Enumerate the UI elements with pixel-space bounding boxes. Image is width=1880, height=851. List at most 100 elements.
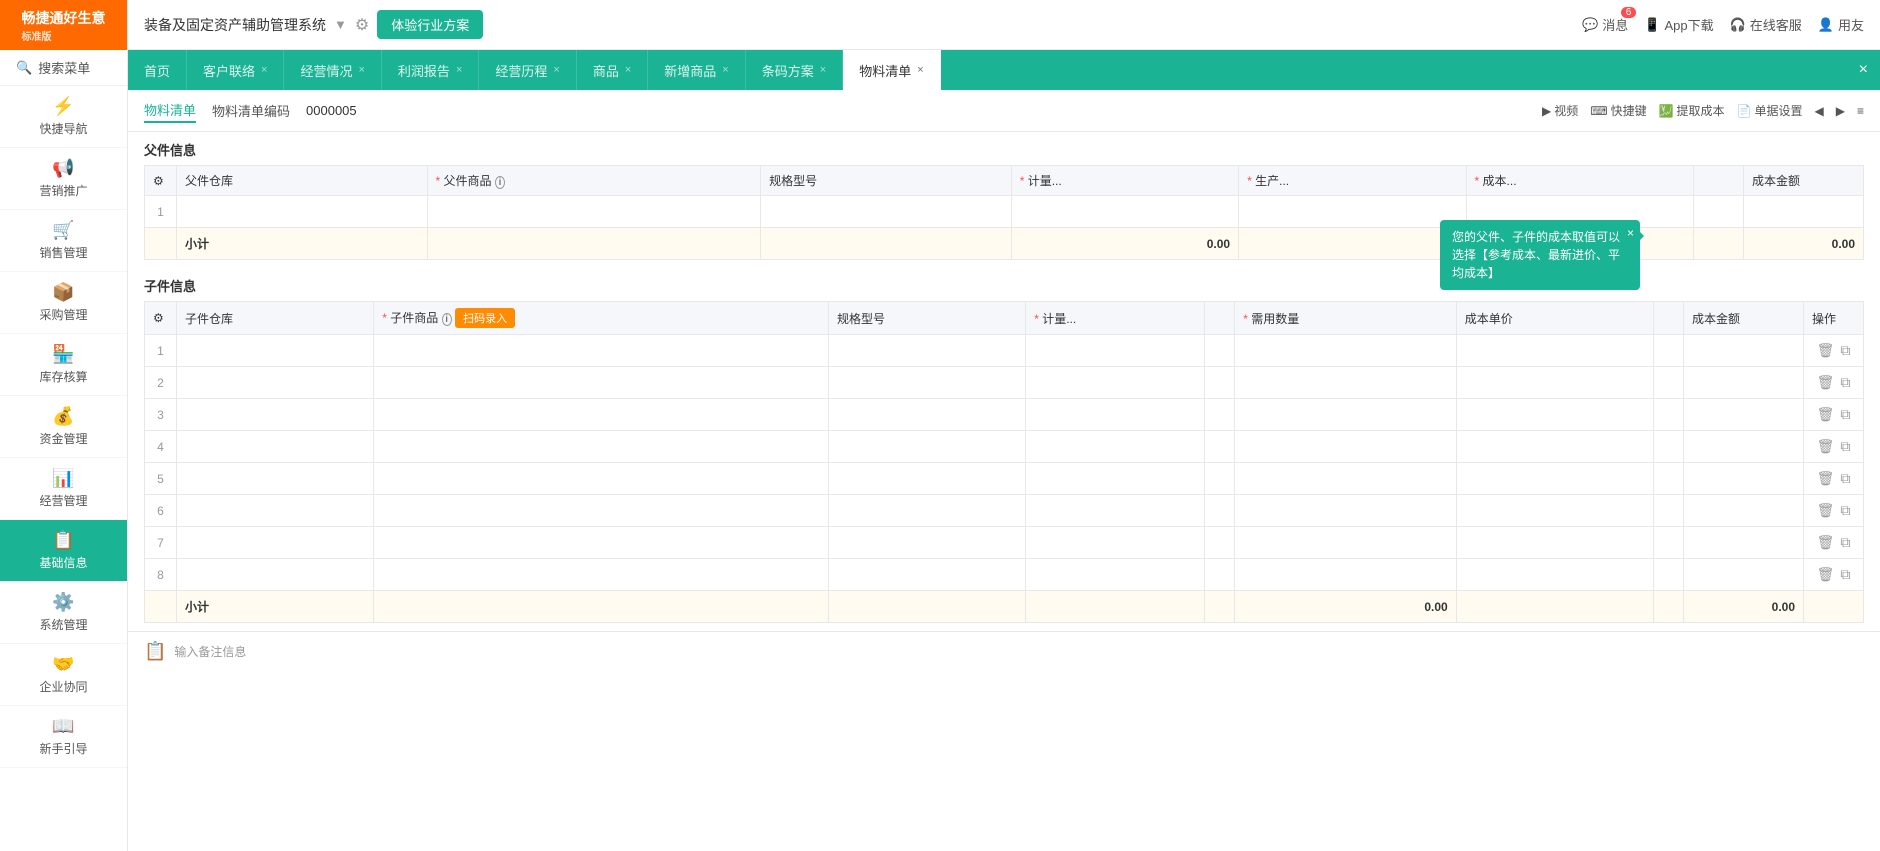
child-row-4-spec[interactable] bbox=[829, 431, 1026, 463]
bottom-label[interactable]: 输入备注信息 bbox=[174, 643, 246, 660]
child-row-1-qty[interactable] bbox=[1235, 335, 1456, 367]
child-row-5-qty[interactable] bbox=[1235, 463, 1456, 495]
tab-customer[interactable]: 客户联络 × bbox=[187, 50, 284, 90]
child-row-6-goods[interactable] bbox=[374, 495, 829, 527]
child-row-3-price[interactable] bbox=[1456, 399, 1653, 431]
online-service-button[interactable]: 🎧 在线客服 bbox=[1730, 15, 1802, 34]
child-row-6-copy-icon[interactable]: ⧉ bbox=[1840, 502, 1850, 519]
tab-bom-close[interactable]: × bbox=[917, 64, 923, 76]
extract-cost-button[interactable]: 💹 提取成本 bbox=[1659, 102, 1725, 119]
child-row-2-unit[interactable] bbox=[1026, 367, 1205, 399]
search-menu-item[interactable]: 🔍 搜索菜单 bbox=[0, 50, 127, 86]
child-row-3-goods[interactable] bbox=[374, 399, 829, 431]
child-row-5-copy-icon[interactable]: ⧉ bbox=[1840, 470, 1850, 487]
child-row-5-price[interactable] bbox=[1456, 463, 1653, 495]
child-row-7-spec[interactable] bbox=[829, 527, 1026, 559]
child-row-8-copy-icon[interactable]: ⧉ bbox=[1840, 566, 1850, 583]
subtab-bom-list[interactable]: 物料清单 bbox=[144, 98, 196, 123]
child-row-2-qty[interactable] bbox=[1235, 367, 1456, 399]
child-row-6-unit[interactable] bbox=[1026, 495, 1205, 527]
child-row-5-unit[interactable] bbox=[1026, 463, 1205, 495]
next-button[interactable]: ▶ bbox=[1836, 104, 1845, 118]
child-row-6-price[interactable] bbox=[1456, 495, 1653, 527]
child-row-8-price[interactable] bbox=[1456, 559, 1653, 591]
child-row-8-qty[interactable] bbox=[1235, 559, 1456, 591]
child-row-3-qty[interactable] bbox=[1235, 399, 1456, 431]
shortcut-button[interactable]: ⌨ 快捷键 bbox=[1590, 102, 1646, 119]
tab-bom[interactable]: 物料清单 × bbox=[843, 50, 940, 90]
child-row-7-warehouse[interactable] bbox=[177, 527, 374, 559]
child-row-3-copy-icon[interactable]: ⧉ bbox=[1840, 406, 1850, 423]
dropdown-icon[interactable]: ▼ bbox=[334, 17, 347, 32]
app-download-button[interactable]: 📱 App下载 bbox=[1644, 15, 1713, 34]
settings-icon[interactable]: ⚙ bbox=[355, 15, 369, 35]
single-settings-button[interactable]: 📄 单据设置 bbox=[1737, 102, 1803, 119]
child-row-7-goods[interactable] bbox=[374, 527, 829, 559]
parent-row-1-warehouse[interactable] bbox=[177, 196, 428, 228]
user-button[interactable]: 👤 用友 bbox=[1818, 15, 1864, 34]
child-row-1-warehouse[interactable] bbox=[177, 335, 374, 367]
child-row-6-warehouse[interactable] bbox=[177, 495, 374, 527]
sidebar-item-basic-info[interactable]: 📋 基础信息 bbox=[0, 520, 127, 582]
child-row-1-price[interactable] bbox=[1456, 335, 1653, 367]
sidebar-item-purchase[interactable]: 📦 采购管理 bbox=[0, 272, 127, 334]
sidebar-item-guide[interactable]: 📖 新手引导 bbox=[0, 706, 127, 768]
child-row-1-unit[interactable] bbox=[1026, 335, 1205, 367]
child-row-7-copy-icon[interactable]: ⧉ bbox=[1840, 534, 1850, 551]
sidebar-item-quick-nav[interactable]: ⚡ 快捷导航 bbox=[0, 86, 127, 148]
child-row-1-copy-icon[interactable]: ⧉ bbox=[1840, 342, 1850, 359]
child-row-6-qty[interactable] bbox=[1235, 495, 1456, 527]
tab-home[interactable]: 首页 bbox=[128, 50, 187, 90]
tab-profit-close[interactable]: × bbox=[456, 64, 462, 76]
child-row-8-delete-icon[interactable]: 🗑 bbox=[1817, 566, 1835, 583]
child-row-5-spec[interactable] bbox=[829, 463, 1026, 495]
parent-row-1-produce[interactable] bbox=[1239, 196, 1466, 228]
tab-history-close[interactable]: × bbox=[553, 64, 559, 76]
sidebar-item-inventory[interactable]: 🏪 库存核算 bbox=[0, 334, 127, 396]
child-row-3-unit[interactable] bbox=[1026, 399, 1205, 431]
tab-new-goods-close[interactable]: × bbox=[722, 64, 728, 76]
scan-input-button[interactable]: 扫码录入 bbox=[455, 308, 515, 328]
child-row-5-warehouse[interactable] bbox=[177, 463, 374, 495]
subtab-bom-code[interactable]: 物料清单编码 bbox=[212, 99, 290, 122]
child-row-1-goods[interactable] bbox=[374, 335, 829, 367]
child-row-6-spec[interactable] bbox=[829, 495, 1026, 527]
child-row-4-price[interactable] bbox=[1456, 431, 1653, 463]
tab-goods-close[interactable]: × bbox=[625, 64, 631, 76]
child-row-4-delete-icon[interactable]: 🗑 bbox=[1817, 438, 1835, 455]
child-row-6-delete-icon[interactable]: 🗑 bbox=[1817, 502, 1835, 519]
parent-row-1-unit[interactable] bbox=[1011, 196, 1238, 228]
view-button[interactable]: ▶ 视频 bbox=[1542, 102, 1578, 119]
child-row-4-qty[interactable] bbox=[1235, 431, 1456, 463]
tab-operations-status[interactable]: 经营情况 × bbox=[284, 50, 381, 90]
child-row-3-warehouse[interactable] bbox=[177, 399, 374, 431]
menu-button[interactable]: ≡ bbox=[1857, 104, 1864, 118]
child-row-4-unit[interactable] bbox=[1026, 431, 1205, 463]
child-row-2-price[interactable] bbox=[1456, 367, 1653, 399]
child-row-4-warehouse[interactable] bbox=[177, 431, 374, 463]
child-row-5-goods[interactable] bbox=[374, 463, 829, 495]
trial-button[interactable]: 体验行业方案 bbox=[377, 10, 483, 39]
tab-goods[interactable]: 商品 × bbox=[577, 50, 648, 90]
tab-close-all[interactable]: × bbox=[1847, 61, 1880, 79]
tab-ops-close[interactable]: × bbox=[358, 64, 364, 76]
child-row-2-delete-icon[interactable]: 🗑 bbox=[1817, 374, 1835, 391]
child-row-2-spec[interactable] bbox=[829, 367, 1026, 399]
sidebar-item-system[interactable]: ⚙️ 系统管理 bbox=[0, 582, 127, 644]
child-row-7-unit[interactable] bbox=[1026, 527, 1205, 559]
prev-button[interactable]: ◀ bbox=[1815, 104, 1824, 118]
child-row-8-spec[interactable] bbox=[829, 559, 1026, 591]
child-row-7-delete-icon[interactable]: 🗑 bbox=[1817, 534, 1835, 551]
child-row-1-spec[interactable] bbox=[829, 335, 1026, 367]
child-row-7-price[interactable] bbox=[1456, 527, 1653, 559]
tab-barcode-close[interactable]: × bbox=[820, 64, 826, 76]
tab-customer-close[interactable]: × bbox=[261, 64, 267, 76]
parent-row-1-spec[interactable] bbox=[761, 196, 1012, 228]
tab-history[interactable]: 经营历程 × bbox=[479, 50, 576, 90]
sidebar-item-sales[interactable]: 🛒 销售管理 bbox=[0, 210, 127, 272]
parent-row-1-goods[interactable] bbox=[427, 196, 761, 228]
child-row-7-qty[interactable] bbox=[1235, 527, 1456, 559]
child-row-8-goods[interactable] bbox=[374, 559, 829, 591]
child-row-3-spec[interactable] bbox=[829, 399, 1026, 431]
child-row-2-goods[interactable] bbox=[374, 367, 829, 399]
